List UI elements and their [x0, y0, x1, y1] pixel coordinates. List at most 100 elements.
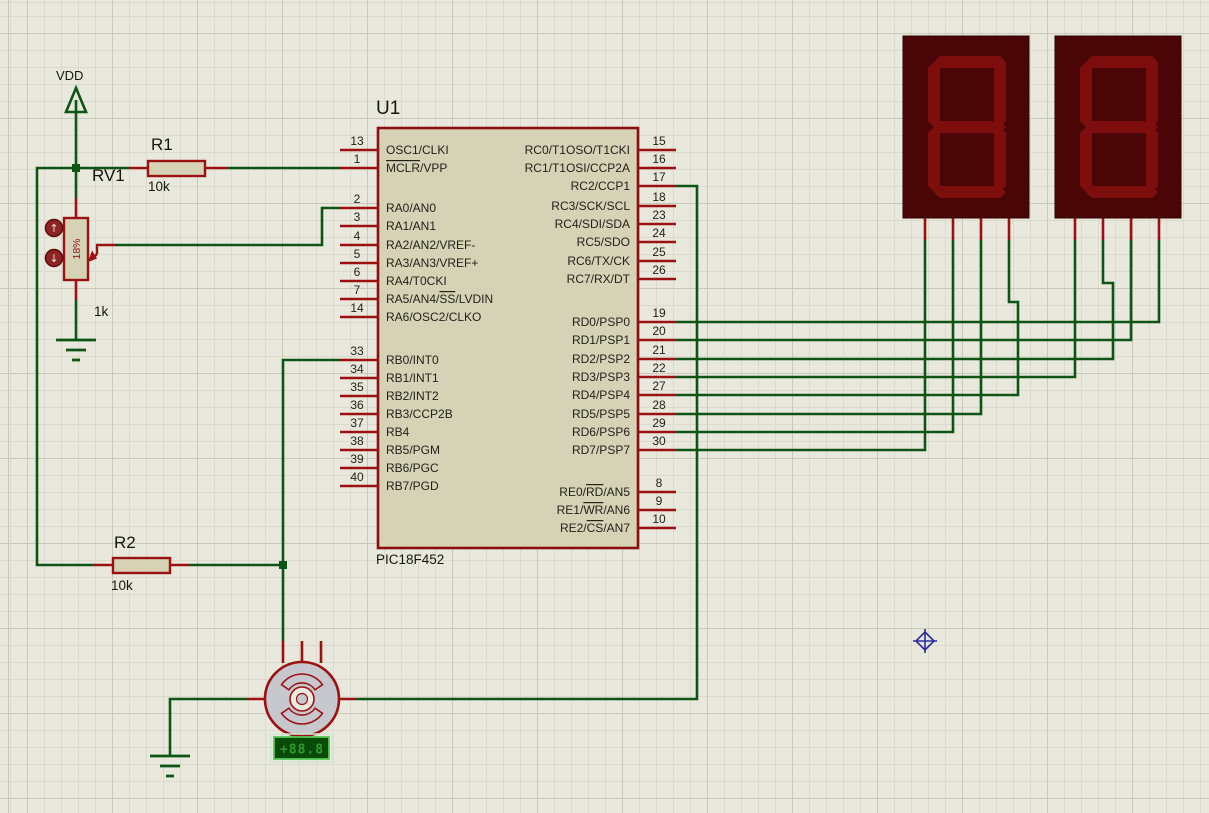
wire[interactable]	[676, 240, 981, 414]
pot-percent: 18%	[71, 238, 83, 259]
pin-label: RC5/SDO	[577, 235, 630, 249]
vdd-label: VDD	[56, 68, 83, 83]
resistor-r1[interactable]: R1 10k	[148, 135, 205, 194]
seven-segment-display-1[interactable]	[903, 36, 1029, 218]
pot-increase-button[interactable]: ↑	[46, 220, 63, 237]
segment	[928, 127, 940, 192]
pin-number: 8	[656, 476, 663, 490]
wire[interactable]	[676, 240, 1018, 395]
resistor-ref: R2	[114, 533, 136, 552]
pin-number: 28	[652, 398, 666, 412]
wire[interactable]	[676, 240, 925, 450]
segment	[1146, 127, 1158, 192]
segment	[934, 186, 1006, 198]
segment	[994, 56, 1006, 127]
origin-marker-icon	[913, 629, 937, 653]
wire[interactable]	[676, 240, 1131, 340]
pin-number: 14	[350, 301, 364, 315]
pin-label: RB5/PGM	[386, 443, 440, 457]
pot-decrease-button[interactable]: ↓	[46, 250, 63, 267]
pin-number: 23	[652, 208, 666, 222]
junction-dot	[72, 164, 80, 172]
pin-label: RE2/CS/AN7	[560, 521, 630, 535]
wire[interactable]	[676, 240, 1159, 322]
pin-number: 16	[652, 152, 666, 166]
pin-label: RD7/PSP7	[572, 443, 630, 457]
resistor-ref: R1	[151, 135, 173, 154]
pin-label: RC6/TX/CK	[567, 254, 630, 268]
pin-number: 17	[652, 170, 666, 184]
pin-number: 10	[652, 512, 666, 526]
pin-label: RB6/PGC	[386, 461, 439, 475]
arrow-down-icon: ↓	[49, 252, 58, 265]
pin-number: 35	[350, 380, 364, 394]
pin-number: 38	[350, 434, 364, 448]
wire[interactable]	[676, 240, 953, 432]
pin-label: RA6/OSC2/CLKO	[386, 310, 481, 324]
ground-symbol[interactable]	[150, 756, 190, 776]
pin-number: 40	[350, 470, 364, 484]
motor-meter: +88.8	[271, 734, 332, 762]
pin-label: RA3/AN3/VREF+	[386, 256, 478, 270]
ground-symbol[interactable]	[56, 340, 96, 360]
pin-number: 9	[656, 494, 663, 508]
potentiometer-rv1[interactable]: 18% ↑ ↓ RV1 1k	[46, 166, 125, 319]
pin-label: RD1/PSP1	[572, 333, 630, 347]
segment	[994, 127, 1006, 192]
resistor-body[interactable]	[148, 161, 205, 176]
pin-label: RA4/T0CKI	[386, 274, 447, 288]
pin-label: RB0/INT0	[386, 353, 439, 367]
pin-number: 13	[350, 134, 364, 148]
pin-label: RC4/SDI/SDA	[555, 217, 630, 231]
pin-label: RB7/PGD	[386, 479, 439, 493]
wire[interactable]	[115, 208, 340, 245]
pin-label: RA1/AN1	[386, 219, 436, 233]
motor-shaft	[297, 694, 308, 705]
pin-label: RC1/T1OSI/CCP2A	[525, 161, 630, 175]
wire[interactable]	[283, 360, 340, 565]
wire[interactable]	[170, 699, 248, 756]
seven-segment-display-2[interactable]	[1055, 36, 1181, 218]
segment	[1146, 56, 1158, 127]
motor[interactable]: +88.8	[265, 662, 339, 762]
segment	[928, 62, 940, 127]
pin-number: 2	[354, 192, 361, 206]
segment	[1086, 121, 1158, 133]
pin-number: 6	[354, 265, 361, 279]
chip-ref: U1	[376, 98, 400, 119]
pin-number: 26	[652, 263, 666, 277]
pin-label: RE0/RD/AN5	[559, 485, 630, 499]
pin-number: 27	[652, 379, 666, 393]
schematic-canvas[interactable]: VDD R1 10k R2 10k 18% ↑ ↓ RV1	[0, 0, 1209, 813]
segment	[934, 121, 1006, 133]
junction-dot	[279, 561, 287, 569]
pin-number: 36	[350, 398, 364, 412]
pin-label: RA0/AN0	[386, 201, 436, 215]
pin-label: RD0/PSP0	[572, 315, 630, 329]
pin-number: 5	[354, 247, 361, 261]
pin-label: OSC1/CLKI	[386, 143, 449, 157]
chip-part-number: PIC18F452	[376, 552, 444, 567]
pin-label: RB2/INT2	[386, 389, 439, 403]
pot-value: 1k	[94, 304, 109, 319]
resistor-body[interactable]	[113, 558, 170, 573]
segment	[1080, 62, 1092, 127]
vdd-terminal[interactable]: VDD	[56, 68, 86, 112]
resistor-r2[interactable]: R2 10k	[111, 533, 170, 593]
pin-label: RC3/SCK/SCL	[551, 199, 630, 213]
pin-number: 21	[652, 343, 666, 357]
pin-label: RE1/WR/AN6	[557, 503, 631, 517]
pin-label: RA2/AN2/VREF-	[386, 238, 475, 252]
pot-wiper	[97, 245, 115, 254]
wire[interactable]	[676, 240, 1075, 377]
pin-label: RB4	[386, 425, 410, 439]
pin-number: 25	[652, 245, 666, 259]
resistor-value: 10k	[148, 179, 170, 194]
pin-label: RC7/RX/DT	[567, 272, 631, 286]
pin-label: RD2/PSP2	[572, 352, 630, 366]
segment	[1086, 186, 1158, 198]
mcu-u1[interactable]: U1 PIC18F452 13OSC1/CLKI1MCLR/VPP2RA0/AN…	[340, 98, 676, 567]
pin-number: 18	[652, 190, 666, 204]
pin-label: RD3/PSP3	[572, 370, 630, 384]
pin-number: 22	[652, 361, 666, 375]
